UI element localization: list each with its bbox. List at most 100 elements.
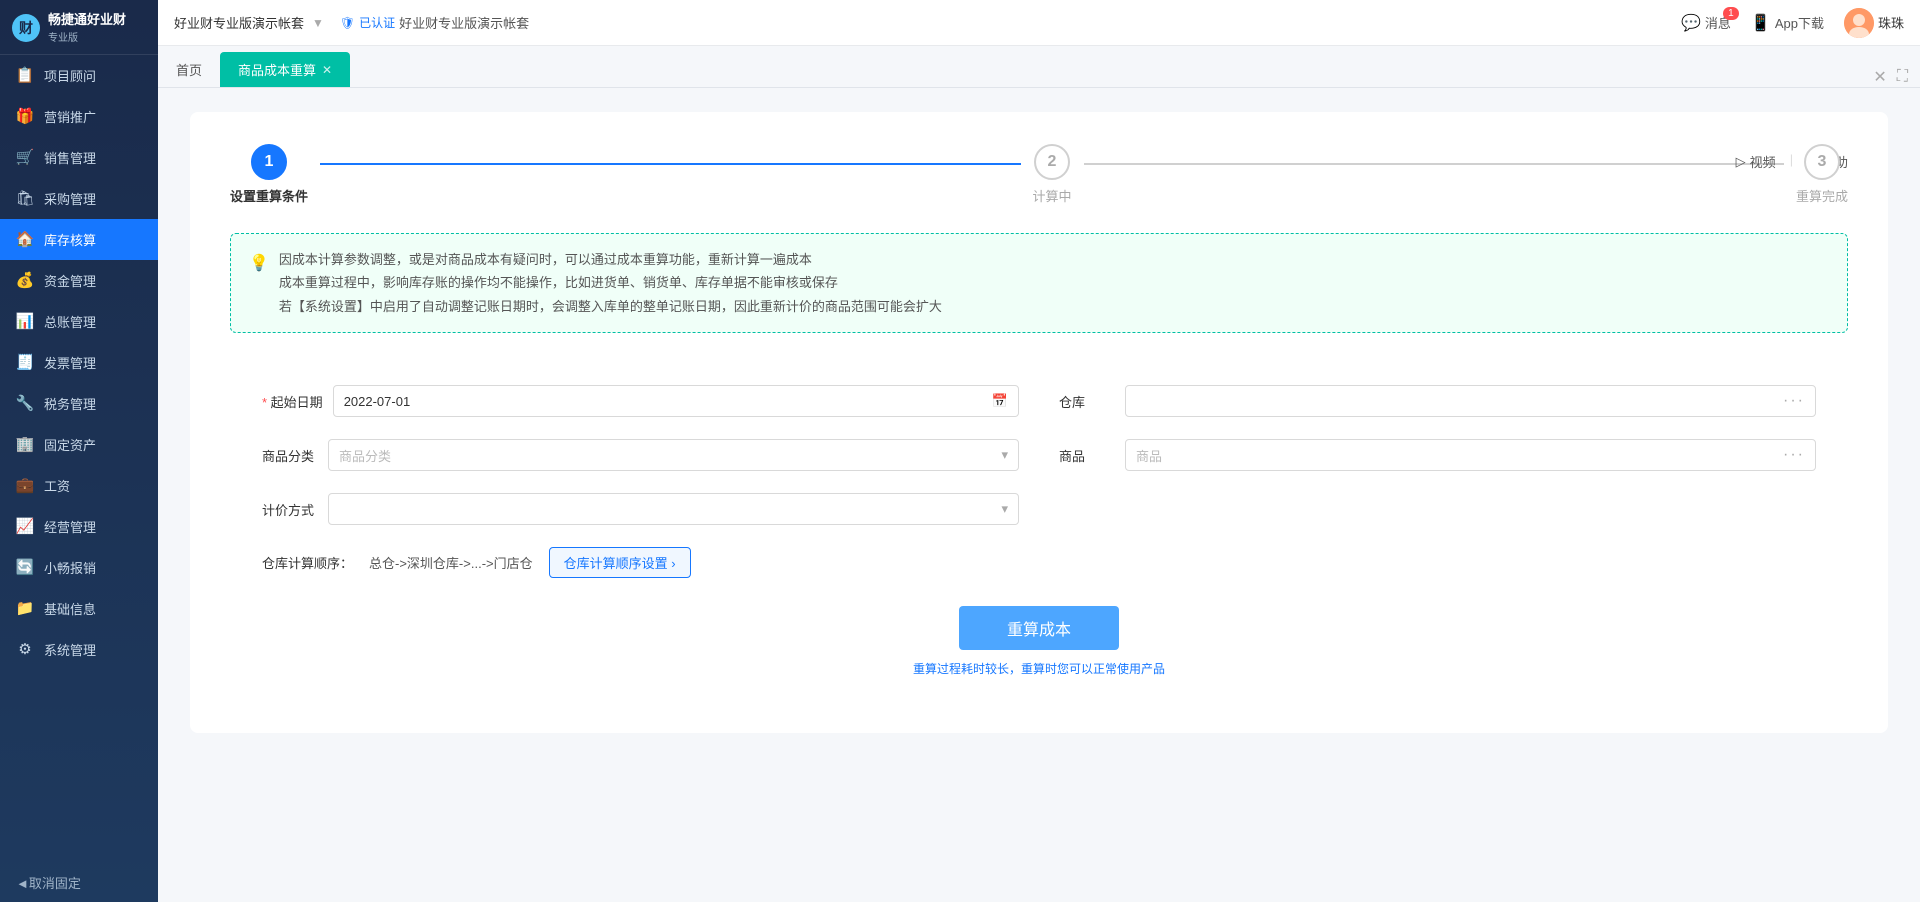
step-1-circle: 1 [251,144,287,180]
info-box: 💡 因成本计算参数调整，或是对商品成本有疑问时，可以通过成本重算功能，重新计算一… [230,233,1848,333]
avatar [1844,8,1874,38]
pricing-select[interactable]: ▾ [328,493,1019,525]
recalc-button[interactable]: 重算成本 [959,606,1119,650]
sidebar-item-project[interactable]: 📋 项目顾问 [0,55,158,96]
sidebar: 财 畅捷通好业财 专业版 📋 项目顾问 🎁 营销推广 🛒 销售管理 🛍 采购管理… [0,0,158,902]
tax-icon: 🔧 [16,394,34,412]
mobile-icon: 📱 [1751,13,1771,33]
step-1: 1 设置重算条件 [230,144,308,205]
form-row-3: 计价方式 ▾ [262,493,1816,525]
warehouse-order-settings-button[interactable]: 仓库计算顺序设置 › [549,547,691,578]
sidebar-item-basic[interactable]: 📁 基础信息 [0,588,158,629]
date-value: 2022-07-01 [344,394,992,409]
pricing-arrow-icon: ▾ [1001,501,1008,517]
verified-badge: 🛡 已认证 [340,14,395,31]
divider: | [1790,152,1793,171]
close-tab-icon[interactable]: ✕ [1873,67,1886,87]
start-date-label: 起始日期 [262,392,323,411]
marketing-icon: 🎁 [16,107,34,125]
form-section: 起始日期 2022-07-01 📅 仓库 ··· [230,361,1848,701]
warehouse-group: 仓库 ··· [1059,385,1816,417]
warehouse-order-value: 总仓->深圳仓库->...->门店仓 [369,553,533,572]
expense-icon: 🔄 [16,558,34,576]
category-placeholder: 商品分类 [339,446,1001,465]
category-select[interactable]: 商品分类 ▾ [328,439,1019,471]
inventory-icon: 🏠 [16,230,34,248]
sidebar-item-accounting[interactable]: 📊 总账管理 [0,301,158,342]
sidebar-item-operations[interactable]: 📈 经营管理 [0,506,158,547]
sidebar-item-purchase[interactable]: 🛍 采购管理 [0,178,158,219]
sidebar-item-finance[interactable]: 💰 资金管理 [0,260,158,301]
tab-home-label: 首页 [176,60,202,79]
topbar-right: 💬 消息 1 📱 App下载 珠珠 [1681,8,1904,38]
step-1-label: 设置重算条件 [230,186,308,205]
sidebar-item-assets[interactable]: 🏢 固定资产 [0,424,158,465]
tab-close-icon[interactable]: ✕ [322,63,332,77]
sidebar-item-salary[interactable]: 💼 工资 [0,465,158,506]
warehouse-input[interactable]: ··· [1125,385,1816,417]
warehouse-dots-icon[interactable]: ··· [1783,392,1805,410]
form-row-1: 起始日期 2022-07-01 📅 仓库 ··· [262,385,1816,417]
expand-icon[interactable]: ⛶ [1897,68,1908,86]
recalc-hint: 重算过程耗时较长，重算时您可以正常使用产品 [913,660,1165,677]
goods-dots-icon[interactable]: ··· [1783,446,1805,464]
step-line-2 [1084,163,1784,165]
step-3-label: 重算完成 [1796,186,1848,205]
play-icon: ▷ [1736,154,1746,170]
sidebar-item-tax[interactable]: 🔧 税务管理 [0,383,158,424]
video-link[interactable]: ▷ 视频 [1736,152,1776,171]
app-download-button[interactable]: 📱 App下载 [1751,13,1824,33]
username-label: 珠珠 [1878,13,1904,32]
goods-label: 商品 [1059,446,1115,465]
calendar-icon[interactable]: 📅 [992,393,1008,409]
purchase-icon: 🛍 [16,189,34,207]
message-icon: 💬 [1681,13,1701,33]
sales-icon: 🛒 [16,148,34,166]
info-line-3: 若【系统设置】中启用了自动调整记账日期时，会调整入库单的整单记账日期，因此重新计… [279,295,942,318]
assets-icon: 🏢 [16,435,34,453]
sidebar-item-label: 小畅报销 [44,558,96,577]
sidebar-item-label: 基础信息 [44,599,96,618]
dropdown-icon[interactable]: ▼ [312,16,324,30]
goods-input[interactable]: 商品 ··· [1125,439,1816,471]
step-2-circle: 2 [1034,144,1070,180]
recalc-section: 重算成本 重算过程耗时较长，重算时您可以正常使用产品 [262,606,1816,677]
tab-home[interactable]: 首页 [158,52,220,87]
message-badge: 1 [1723,7,1739,20]
sidebar-item-label: 库存核算 [44,230,96,249]
sidebar-item-label: 销售管理 [44,148,96,167]
sidebar-item-label: 总账管理 [44,312,96,331]
invoice-icon: 🧾 [16,353,34,371]
sidebar-item-marketing[interactable]: 🎁 营销推广 [0,96,158,137]
message-button[interactable]: 💬 消息 1 [1681,13,1731,33]
sidebar-item-expense[interactable]: 🔄 小畅报销 [0,547,158,588]
step-2-label: 计算中 [1033,186,1072,205]
salary-icon: 💼 [16,476,34,494]
step-3: 3 重算完成 [1796,144,1848,205]
category-label: 商品分类 [262,446,318,465]
content-card: 1 设置重算条件 2 计算中 [190,112,1888,733]
steps-wrapper: 1 设置重算条件 2 计算中 [230,144,1848,205]
tabbar: 首页 商品成本重算 ✕ ✕ ⛶ [158,46,1920,88]
tab-recalc[interactable]: 商品成本重算 ✕ [220,52,350,87]
sidebar-item-invoice[interactable]: 🧾 发票管理 [0,342,158,383]
tab-recalc-label: 商品成本重算 [238,60,316,79]
video-label: 视频 [1750,152,1776,171]
account-selector[interactable]: 好业财专业版演示帐套 ▼ [174,13,324,32]
app-version: 专业版 [48,29,126,44]
app-name: 畅捷通好业财 [48,12,126,29]
pricing-group: 计价方式 ▾ [262,493,1019,525]
user-profile[interactable]: 珠珠 [1844,8,1904,38]
unpin-button[interactable]: ◄取消固定 [0,863,158,902]
main-area: 好业财专业版演示帐套 ▼ 🛡 已认证 好业财专业版演示帐套 💬 消息 1 📱 A… [158,0,1920,902]
goods-placeholder: 商品 [1136,446,1779,465]
sidebar-item-system[interactable]: ⚙ 系统管理 [0,629,158,670]
basic-icon: 📁 [16,599,34,617]
sidebar-item-sales[interactable]: 🛒 销售管理 [0,137,158,178]
info-line-2: 成本重算过程中，影响库存账的操作均不能操作，比如进货单、销货单、库存单据不能审核… [279,271,942,294]
system-icon: ⚙ [16,640,34,658]
unpin-label: ◄取消固定 [16,873,81,892]
sidebar-item-inventory[interactable]: 🏠 库存核算 [0,219,158,260]
step-3-circle: 3 [1804,144,1840,180]
start-date-input[interactable]: 2022-07-01 📅 [333,385,1019,417]
